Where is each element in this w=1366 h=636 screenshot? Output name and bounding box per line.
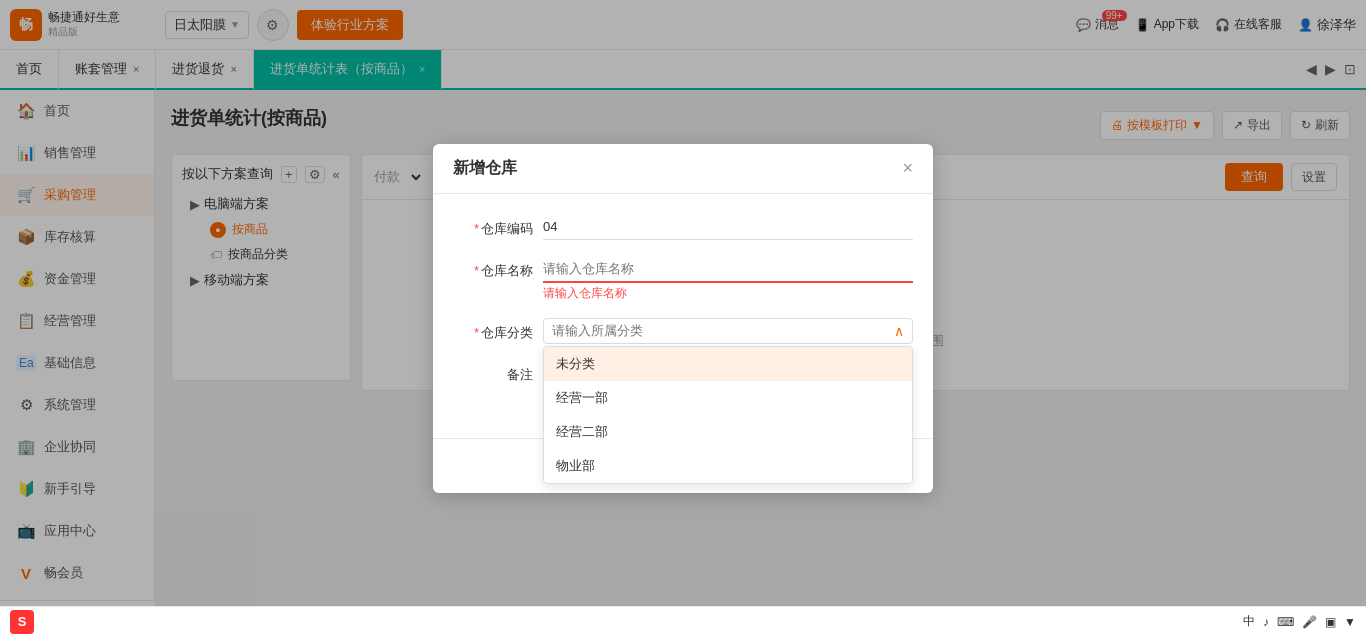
status-mic-icon[interactable]: 🎤	[1302, 615, 1317, 629]
status-zh-icon[interactable]: 中	[1243, 613, 1255, 630]
category-input[interactable]	[552, 323, 894, 338]
dropdown-item-0[interactable]: 未分类	[544, 347, 912, 381]
status-logo: S	[10, 610, 34, 634]
name-input[interactable]	[543, 256, 913, 283]
status-music-icon[interactable]: ♪	[1263, 615, 1269, 629]
name-input-wrapper: 请输入仓库名称	[543, 256, 913, 302]
code-input[interactable]	[543, 214, 913, 240]
dropdown-item-2[interactable]: 经营二部	[544, 415, 912, 449]
note-label: 备注	[453, 360, 533, 384]
modal-overlay: 新增仓库 × 仓库编码 仓库名称 请输入仓库名称 仓库分类	[0, 0, 1366, 636]
category-wrapper: ∧ 未分类 经营一部 经营二部 物业部	[543, 318, 913, 344]
status-icons: 中 ♪ ⌨ 🎤 ▣ ▼	[1243, 613, 1356, 630]
dropdown-item-3[interactable]: 物业部	[544, 449, 912, 483]
form-row-name: 仓库名称 请输入仓库名称	[453, 256, 913, 302]
form-row-category: 仓库分类 ∧ 未分类 经营一部 经营二部 物业部	[453, 318, 913, 344]
name-error-msg: 请输入仓库名称	[543, 285, 913, 302]
status-keyboard-icon[interactable]: ⌨	[1277, 615, 1294, 629]
status-arrow-icon[interactable]: ▼	[1344, 615, 1356, 629]
dropdown-item-1[interactable]: 经营一部	[544, 381, 912, 415]
code-label: 仓库编码	[453, 214, 533, 238]
category-arrow-icon[interactable]: ∧	[894, 323, 904, 339]
modal-close-button[interactable]: ×	[902, 159, 913, 177]
category-input-row: ∧	[543, 318, 913, 344]
category-label: 仓库分类	[453, 318, 533, 342]
s-logo: S	[10, 610, 34, 634]
modal-header: 新增仓库 ×	[433, 144, 933, 194]
modal-title: 新增仓库	[453, 158, 517, 179]
status-screen-icon[interactable]: ▣	[1325, 615, 1336, 629]
form-row-code: 仓库编码	[453, 214, 913, 240]
category-dropdown: 未分类 经营一部 经营二部 物业部	[543, 346, 913, 484]
modal-body: 仓库编码 仓库名称 请输入仓库名称 仓库分类 ∧	[433, 194, 933, 438]
name-label: 仓库名称	[453, 256, 533, 280]
new-warehouse-modal: 新增仓库 × 仓库编码 仓库名称 请输入仓库名称 仓库分类	[433, 144, 933, 493]
status-bar: S 中 ♪ ⌨ 🎤 ▣ ▼	[0, 606, 1366, 636]
